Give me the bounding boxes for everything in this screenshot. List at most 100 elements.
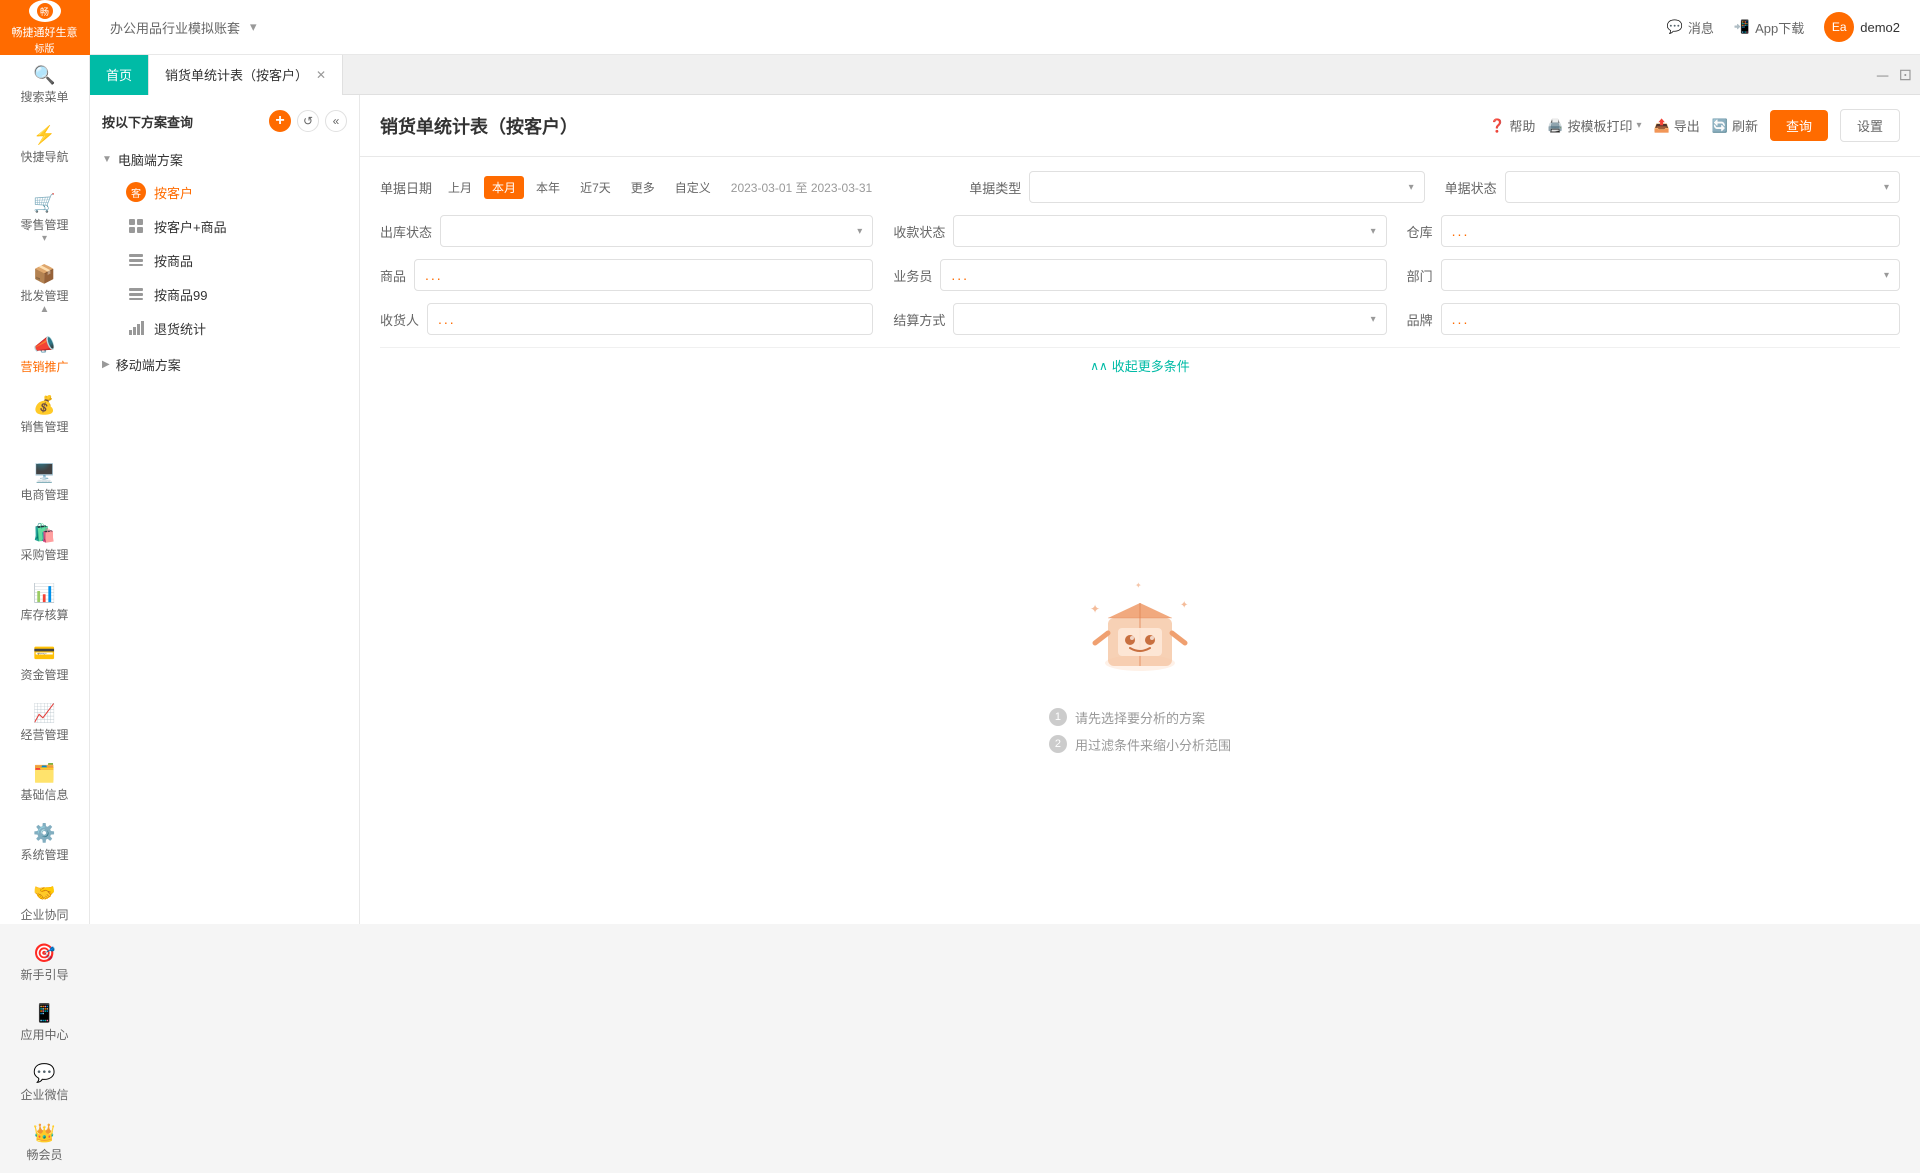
date-tab-more[interactable]: 更多 [623, 176, 663, 199]
date-tab-custom[interactable]: 自定义 [667, 176, 719, 199]
sidebar-item-newbie[interactable]: 🎯 新手引导 [0, 933, 90, 993]
sidebar-item-search[interactable]: 🔍 搜索菜单 [0, 55, 90, 115]
date-tab-last-month[interactable]: 上月 [440, 176, 480, 199]
sidebar-item-retail[interactable]: 🛒 零售管理 ▾ [0, 183, 90, 254]
enterprise-icon: 🤝 [5, 883, 85, 904]
retail-caret: ▾ [5, 233, 85, 244]
product-input[interactable]: ... [414, 259, 873, 291]
sidebar-item-newbie-label: 新手引导 [5, 966, 85, 983]
sidebar-item-operations[interactable]: 📈 经营管理 [0, 693, 90, 753]
scheme-item-by-customer[interactable]: 客 按客户 [90, 175, 359, 209]
empty-illustration: ✦ ✦ ✦ [1080, 568, 1200, 688]
out-status-label: 出库状态 [380, 222, 432, 241]
receiver-input[interactable]: ... [427, 303, 873, 335]
tip-num-2: 2 [1049, 735, 1067, 753]
department-input[interactable]: ▾ [1441, 259, 1900, 291]
page-header: 销货单统计表（按客户） ❓ 帮助 🖨️ 按模板打印 ▾ 📤 [360, 95, 1920, 157]
industry-name: 办公用品行业模拟账套 [110, 18, 240, 37]
sidebar-item-finance[interactable]: 💳 资金管理 [0, 633, 90, 693]
query-btn[interactable]: 查询 [1770, 110, 1828, 141]
scheme-item-by-product-99[interactable]: 按商品99 [90, 277, 359, 311]
collapse-panel-btn[interactable]: « [325, 110, 347, 132]
header-right: 💬 消息 📲 App下载 Ea demo2 [1667, 12, 1900, 42]
sidebar-item-base[interactable]: 🗂️ 基础信息 [0, 753, 90, 813]
warehouse-placeholder: ... [1452, 223, 1470, 239]
sidebar-item-sales[interactable]: 💰 销售管理 [0, 385, 90, 445]
scheme-item-return-stats[interactable]: 退货统计 [90, 311, 359, 345]
message-btn[interactable]: 💬 消息 [1667, 18, 1714, 37]
date-tab-this-year[interactable]: 本年 [528, 176, 568, 199]
app-download-label: App下载 [1755, 18, 1804, 37]
sidebar-item-sales-label: 销售管理 [5, 418, 85, 435]
date-tab-7days[interactable]: 近7天 [572, 176, 619, 199]
tip-text-2: 用过滤条件来缩小分析范围 [1075, 735, 1231, 754]
collapse-btn[interactable]: ∧∧ 收起更多条件 [380, 348, 1900, 383]
template-print-btn[interactable]: 🖨️ 按模板打印 ▾ [1547, 116, 1641, 135]
ecommerce-icon: 🖥️ [5, 463, 85, 484]
filter-doc-status: 单据状态 ▾ [1445, 171, 1900, 203]
salesperson-input[interactable]: ... [940, 259, 1386, 291]
scheme-item-by-customer-product[interactable]: 按客户+商品 [90, 209, 359, 243]
sidebar-item-wholesale-label: 批发管理 [5, 287, 85, 304]
refresh-scheme-btn[interactable]: ↺ [297, 110, 319, 132]
industry-caret[interactable]: ▾ [250, 19, 257, 35]
appcenter-icon: 📱 [5, 1003, 85, 1024]
settings-btn[interactable]: 设置 [1840, 109, 1900, 142]
out-status-input[interactable]: ▾ [440, 215, 873, 247]
tab-sales-report[interactable]: 销货单统计表（按客户） ✕ [149, 55, 343, 95]
base-icon: 🗂️ [5, 763, 85, 784]
sidebar-item-purchase[interactable]: 🛍️ 采购管理 [0, 513, 90, 573]
add-scheme-btn[interactable]: + [269, 110, 291, 132]
scheme-group-mobile-header[interactable]: ▶ 移动端方案 [90, 349, 359, 380]
sidebar-item-shortcut[interactable]: ⚡ 快捷导航 [0, 115, 90, 175]
export-icon: 📤 [1654, 118, 1670, 134]
sidebar-item-member[interactable]: 👑 畅会员 [0, 1113, 90, 1173]
settlement-input[interactable]: ▾ [953, 303, 1386, 335]
date-label: 单据日期 [380, 178, 432, 197]
tip-text-1: 请先选择要分析的方案 [1075, 708, 1205, 727]
tab-home[interactable]: 首页 [90, 55, 149, 95]
receipt-status-input[interactable]: ▾ [953, 215, 1386, 247]
refresh-btn[interactable]: 🔄 刷新 [1712, 116, 1758, 135]
tab-close-icon[interactable]: ✕ [316, 68, 326, 82]
logo-icon: 畅 [29, 0, 61, 22]
sidebar-item-system[interactable]: ⚙️ 系统管理 [0, 813, 90, 873]
scheme-item-by-product[interactable]: 按商品 [90, 243, 359, 277]
warehouse-input[interactable]: ... [1441, 215, 1900, 247]
scheme-by-customer-product-label: 按客户+商品 [154, 217, 227, 236]
date-filter: 单据日期 上月 本月 本年 近7天 更多 自定义 2023-03-01 至 20… [380, 176, 949, 199]
sidebar-item-ecommerce[interactable]: 🖥️ 电商管理 [0, 453, 90, 513]
date-tab-this-month[interactable]: 本月 [484, 176, 524, 199]
doc-type-input[interactable]: ▾ [1029, 171, 1424, 203]
export-btn[interactable]: 📤 导出 [1654, 116, 1700, 135]
doc-status-input[interactable]: ▾ [1505, 171, 1900, 203]
filter-brand: 品牌 ... [1407, 303, 1900, 335]
sidebar-item-enterprise[interactable]: 🤝 企业协同 [0, 873, 90, 933]
help-btn[interactable]: ❓ 帮助 [1489, 116, 1535, 135]
download-icon: 📲 [1734, 19, 1750, 35]
wholesale-caret: ▲ [5, 304, 85, 315]
department-caret: ▾ [1884, 270, 1889, 281]
page-title-row: 销货单统计表（按客户） ❓ 帮助 🖨️ 按模板打印 ▾ 📤 [380, 109, 1900, 142]
empty-tip-1: 1 请先选择要分析的方案 [1049, 708, 1231, 727]
sidebar-item-corpwechat[interactable]: 💬 企业微信 [0, 1053, 90, 1113]
tab-right-actions: － ⊡ [343, 63, 1920, 87]
message-label: 消息 [1688, 18, 1714, 37]
filter-product: 商品 ... [380, 259, 873, 291]
collapse-label: 收起更多条件 [1112, 356, 1190, 375]
scheme-group-desktop-header[interactable]: ▼ 电脑端方案 [90, 144, 359, 175]
tab-bar: 首页 销货单统计表（按客户） ✕ － ⊡ [90, 55, 1920, 95]
sidebar-item-wholesale[interactable]: 📦 批发管理 ▲ [0, 254, 90, 325]
sidebar-item-appcenter[interactable]: 📱 应用中心 [0, 993, 90, 1053]
right-main: 销货单统计表（按客户） ❓ 帮助 🖨️ 按模板打印 ▾ 📤 [360, 95, 1920, 924]
scheme-return-stats-label: 退货统计 [154, 319, 206, 338]
tab-minimize-icon[interactable]: － [1875, 63, 1891, 87]
app-download-btn[interactable]: 📲 App下载 [1734, 18, 1804, 37]
svg-text:✦: ✦ [1180, 600, 1188, 611]
sidebar-item-marketing[interactable]: 📣 营销推广 [0, 325, 90, 385]
tab-maximize-icon[interactable]: ⊡ [1899, 65, 1912, 85]
brand-input[interactable]: ... [1441, 303, 1900, 335]
return-stats-icon [126, 318, 146, 338]
sidebar-item-inventory[interactable]: 📊 库存核算 [0, 573, 90, 633]
user-profile[interactable]: Ea demo2 [1824, 12, 1900, 42]
